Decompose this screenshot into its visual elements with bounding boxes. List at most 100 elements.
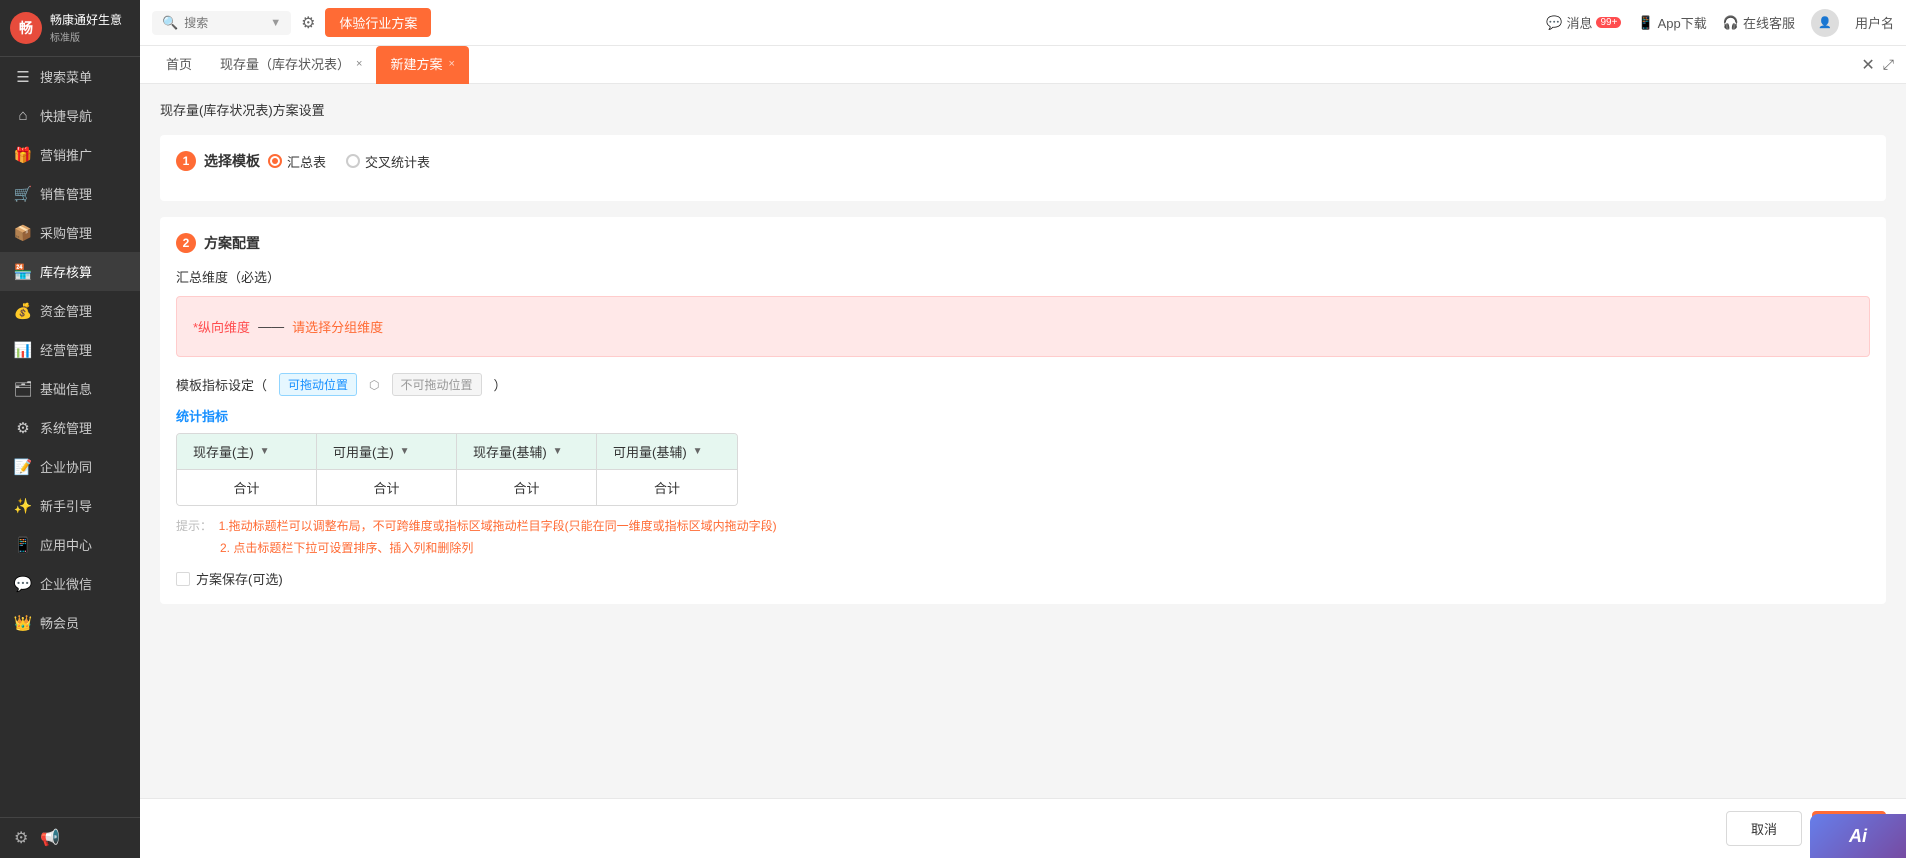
- save-checkbox[interactable]: [176, 572, 190, 586]
- col-body-0: 合计: [177, 470, 317, 505]
- store-icon: 🏪: [14, 263, 32, 281]
- tip-2: 2. 点击标题栏下拉可设置排序、插入列和删除列: [176, 538, 1870, 560]
- mobile-icon: 📱: [14, 536, 32, 554]
- radio-cross[interactable]: 交叉统计表: [346, 152, 430, 171]
- sidebar-item-shortcut[interactable]: ⌂ 快捷导航: [0, 96, 140, 135]
- tab-home[interactable]: 首页: [152, 46, 206, 84]
- col-2-chevron[interactable]: ▼: [553, 446, 563, 457]
- col-body-1: 合计: [317, 470, 457, 505]
- message-badge: 99+: [1596, 17, 1621, 28]
- sidebar-logo: 畅 畅康通好生意 标准版: [0, 0, 140, 57]
- box-icon: 📦: [14, 224, 32, 242]
- tabs-controls: ✕ ⤢: [1861, 55, 1894, 75]
- sidebar-item-label: 基础信息: [40, 379, 92, 398]
- user-avatar[interactable]: 👤: [1811, 9, 1839, 37]
- content-area: 现存量(库存状况表)方案设置 1 选择模板 汇总表 交叉统计表: [140, 84, 1906, 798]
- cancel-button[interactable]: 取消: [1726, 811, 1802, 846]
- sidebar-item-management[interactable]: 📊 经营管理: [0, 330, 140, 369]
- ai-fab-button[interactable]: Ai: [1810, 814, 1906, 858]
- tab-new-plan-close[interactable]: ×: [448, 58, 454, 70]
- dimension-placeholder: 请选择分组维度: [292, 317, 383, 336]
- app-name: 畅康通好生意: [50, 12, 122, 29]
- app-download-btn[interactable]: 📱 App下载: [1637, 13, 1706, 32]
- tab-inventory[interactable]: 现存量（库存状况表） ×: [206, 46, 376, 84]
- sidebar-item-label: 畅会员: [40, 613, 79, 632]
- money-icon: 💰: [14, 302, 32, 320]
- dimension-area[interactable]: *纵向维度 —— 请选择分组维度: [176, 296, 1870, 357]
- col-0-chevron[interactable]: ▼: [260, 446, 270, 457]
- radio-cross-circle: [346, 154, 360, 168]
- sidebar-item-basic[interactable]: 🗂 基础信息: [0, 369, 140, 408]
- sidebar-item-sales[interactable]: 🛒 销售管理: [0, 174, 140, 213]
- sidebar-item-marketing[interactable]: 🎁 营销推广: [0, 135, 140, 174]
- gift-icon: 🎁: [14, 146, 32, 164]
- col-body-2: 合计: [457, 470, 597, 505]
- col-1-chevron[interactable]: ▼: [400, 446, 410, 457]
- tip-2-text: 2. 点击标题栏下拉可设置排序、插入列和删除列: [220, 541, 473, 555]
- stats-table-header: 现存量(主) ▼ 可用量(主) ▼ 现存量(基辅) ▼ 可用量(基辅): [177, 434, 737, 470]
- sidebar-item-vip[interactable]: 👑 畅会员: [0, 603, 140, 642]
- sidebar-item-guide[interactable]: ✨ 新手引导: [0, 486, 140, 525]
- sidebar-bottom: ⚙ 📢: [0, 817, 140, 858]
- folder-icon: 🗂: [14, 380, 32, 398]
- sidebar-item-label: 应用中心: [40, 535, 92, 554]
- section1-num: 1: [176, 151, 196, 171]
- sidebar-item-label: 系统管理: [40, 418, 92, 437]
- indicator-settings: 模板指标设定（ 可拖动位置 ⬡ 不可拖动位置 ） 统计指标 现存量(主) ▼ 可: [176, 373, 1870, 559]
- indicator-label-row: 模板指标设定（ 可拖动位置 ⬡ 不可拖动位置 ）: [176, 373, 1870, 396]
- radio-summary[interactable]: 汇总表: [268, 152, 326, 171]
- chat-icon: 💬: [14, 575, 32, 593]
- sidebar-item-label: 销售管理: [40, 184, 92, 203]
- sidebar-item-finance[interactable]: 💰 资金管理: [0, 291, 140, 330]
- chevron-down-icon[interactable]: ▼: [270, 17, 281, 29]
- bottom-bar: 取消 查询: [140, 798, 1906, 858]
- draggable-badge: 可拖动位置: [279, 373, 357, 396]
- tab-bar: 首页 现存量（库存状况表） × 新建方案 × ✕ ⤢: [140, 46, 1906, 84]
- sidebar-item-label: 新手引导: [40, 496, 92, 515]
- sidebar-item-label: 库存核算: [40, 262, 92, 281]
- save-option-label: 方案保存(可选): [196, 569, 283, 588]
- sidebar-item-apps[interactable]: 📱 应用中心: [0, 525, 140, 564]
- search-input[interactable]: [184, 16, 264, 30]
- sidebar-item-search[interactable]: ☰ 搜索菜单: [0, 57, 140, 96]
- col-3-chevron[interactable]: ▼: [693, 446, 703, 457]
- speaker-icon[interactable]: 📢: [40, 828, 60, 848]
- sidebar-item-label: 快捷导航: [40, 106, 92, 125]
- sidebar-item-system[interactable]: ⚙ 系统管理: [0, 408, 140, 447]
- non-draggable-badge: 不可拖动位置: [392, 373, 482, 396]
- phone-icon: 📱: [1637, 15, 1653, 31]
- headset-icon: 🎧: [1723, 15, 1739, 31]
- tab-new-plan[interactable]: 新建方案 ×: [376, 46, 468, 84]
- sidebar-item-agreement[interactable]: 📝 企业协同: [0, 447, 140, 486]
- col-header-3[interactable]: 可用量(基辅) ▼: [597, 434, 737, 469]
- page-title: 现存量(库存状况表)方案设置: [160, 100, 1886, 119]
- username-label: 用户名: [1855, 13, 1894, 32]
- sidebar-item-purchase[interactable]: 📦 采购管理: [0, 213, 140, 252]
- section2-num: 2: [176, 233, 196, 253]
- expand-panel-icon[interactable]: ⤢: [1883, 56, 1894, 73]
- tips-section: 提示： 1.拖动标题栏可以调整布局，不可跨维度或指标区域拖动栏目字段(只能在同一…: [176, 516, 1870, 559]
- settings-icon[interactable]: ⚙: [14, 828, 28, 848]
- sidebar-logo-text: 畅康通好生意 标准版: [50, 12, 122, 44]
- trial-btn[interactable]: 体验行业方案: [325, 8, 431, 37]
- close-panel-icon[interactable]: ✕: [1861, 55, 1874, 75]
- col-header-2[interactable]: 现存量(基辅) ▼: [457, 434, 597, 469]
- save-option[interactable]: 方案保存(可选): [176, 569, 1870, 588]
- main-area: 🔍 ▼ ⚙ 体验行业方案 💬 消息 99+ 📱 App下载 🎧 在线客服 👤 用…: [140, 0, 1906, 858]
- online-service-btn[interactable]: 🎧 在线客服: [1723, 13, 1795, 32]
- col-header-0[interactable]: 现存量(主) ▼: [177, 434, 317, 469]
- sidebar-item-inventory[interactable]: 🏪 库存核算: [0, 252, 140, 291]
- dimension-dash: ——: [258, 319, 284, 334]
- message-btn[interactable]: 💬 消息 99+: [1546, 13, 1621, 32]
- sidebar-item-label: 搜索菜单: [40, 67, 92, 86]
- sidebar-item-wechat[interactable]: 💬 企业微信: [0, 564, 140, 603]
- indicator-close-paren: ）: [494, 375, 507, 394]
- sidebar-item-label: 经营管理: [40, 340, 92, 359]
- topbar-gear-icon[interactable]: ⚙: [301, 13, 315, 33]
- section1-title: 选择模板: [204, 151, 260, 171]
- home-icon: ⌂: [14, 107, 32, 125]
- topbar-search-box[interactable]: 🔍 ▼: [152, 11, 291, 35]
- tab-inventory-close[interactable]: ×: [356, 58, 362, 70]
- col-header-1[interactable]: 可用量(主) ▼: [317, 434, 457, 469]
- app-edition: 标准版: [50, 29, 122, 44]
